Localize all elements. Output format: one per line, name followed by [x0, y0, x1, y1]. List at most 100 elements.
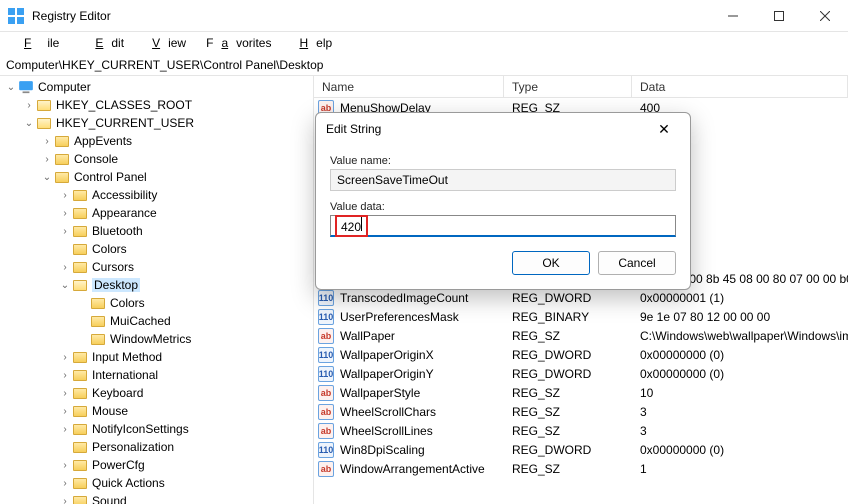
value-type: REG_DWORD: [504, 443, 632, 457]
list-row[interactable]: abWallpaperStyleREG_SZ10: [314, 383, 848, 402]
chevron-right-icon[interactable]: ›: [40, 136, 54, 147]
chevron-right-icon[interactable]: ›: [58, 388, 72, 399]
value-name: UserPreferencesMask: [340, 310, 459, 324]
tree-item-label: Quick Actions: [92, 476, 165, 490]
chevron-down-icon[interactable]: ⌄: [4, 82, 18, 93]
edit-string-dialog: Edit String ✕ Value name: ScreenSaveTime…: [315, 112, 691, 290]
tree-item-hkcu[interactable]: ⌄HKEY_CURRENT_USER: [0, 114, 313, 132]
tree-item-colors[interactable]: Colors: [0, 240, 313, 258]
dialog-close-button[interactable]: ✕: [648, 121, 680, 138]
chevron-right-icon[interactable]: ›: [58, 262, 72, 273]
chevron-right-icon[interactable]: ›: [40, 154, 54, 165]
column-type[interactable]: Type: [504, 76, 632, 97]
tree-item-keyboard[interactable]: › Keyboard: [0, 384, 313, 402]
tree-item-muicached[interactable]: MuiCached: [0, 312, 313, 330]
tree-view[interactable]: ⌄Computer › HKEY_CLASSES_ROOT ⌄HKEY_CURRENT…: [0, 76, 314, 504]
close-button[interactable]: [802, 0, 848, 32]
app-icon: [8, 8, 24, 24]
chevron-right-icon[interactable]: ›: [58, 478, 72, 489]
tree-item-appearance[interactable]: ›Appearance: [0, 204, 313, 222]
value-data-input[interactable]: 420: [330, 215, 676, 237]
value-type: REG_DWORD: [504, 367, 632, 381]
chevron-right-icon[interactable]: ›: [58, 190, 72, 201]
value-type: REG_DWORD: [504, 348, 632, 362]
menu-file[interactable]: File: [8, 34, 75, 52]
tree-item-label: PowerCfg: [92, 458, 145, 472]
chevron-right-icon[interactable]: ›: [58, 424, 72, 435]
string-value-icon: ab: [318, 461, 334, 477]
tree-item-label: HKEY_CLASSES_ROOT: [56, 98, 192, 112]
tree-item-cursors[interactable]: ›Cursors: [0, 258, 313, 276]
folder-icon: [72, 494, 88, 504]
binary-value-icon: 110: [318, 347, 334, 363]
value-data: 10: [632, 386, 848, 400]
tree-item-quickactions[interactable]: › Quick Actions: [0, 474, 313, 492]
value-type: REG_SZ: [504, 329, 632, 343]
folder-open-icon: [36, 116, 52, 130]
tree-item-international[interactable]: ›International: [0, 366, 313, 384]
address-bar[interactable]: Computer\HKEY_CURRENT_USER\Control Panel…: [0, 54, 848, 76]
folder-icon: [90, 314, 106, 328]
chevron-down-icon[interactable]: ⌄: [40, 172, 54, 183]
value-name: WallPaper: [340, 329, 395, 343]
tree-item-inputmethod[interactable]: ›Input Method: [0, 348, 313, 366]
tree-item-label: Control Panel: [74, 170, 147, 184]
minimize-button[interactable]: [710, 0, 756, 32]
value-type: REG_SZ: [504, 424, 632, 438]
column-data[interactable]: Data: [632, 76, 848, 97]
binary-value-icon: 110: [318, 290, 334, 306]
folder-icon: [90, 332, 106, 346]
tree-item-bluetooth[interactable]: ›Bluetooth: [0, 222, 313, 240]
list-row[interactable]: abWallPaperREG_SZC:\Windows\web\wallpape…: [314, 326, 848, 345]
tree-item-console[interactable]: ›Console: [0, 150, 313, 168]
list-row[interactable]: abWheelScrollCharsREG_SZ3: [314, 402, 848, 421]
maximize-button[interactable]: [756, 0, 802, 32]
chevron-right-icon[interactable]: ›: [58, 352, 72, 363]
list-row[interactable]: 110UserPreferencesMaskREG_BINARY9e 1e 07…: [314, 307, 848, 326]
tree-item-windowmetrics[interactable]: WindowMetrics: [0, 330, 313, 348]
tree-item-personalization[interactable]: Personalization: [0, 438, 313, 456]
menu-view[interactable]: View: [136, 34, 194, 52]
tree-item-mouse[interactable]: ›Mouse: [0, 402, 313, 420]
menu-edit[interactable]: Edit: [79, 34, 132, 52]
value-name: WindowArrangementActive: [340, 462, 485, 476]
chevron-right-icon[interactable]: ›: [58, 460, 72, 471]
list-row[interactable]: 110WallpaperOriginYREG_DWORD0x00000000 (…: [314, 364, 848, 383]
folder-icon: [54, 152, 70, 166]
menu-help[interactable]: Help: [283, 34, 340, 52]
chevron-down-icon[interactable]: ⌄: [22, 118, 36, 129]
tree-item-accessibility[interactable]: ›Accessibility: [0, 186, 313, 204]
tree-item-computer[interactable]: ⌄Computer: [0, 78, 313, 96]
menu-favorites[interactable]: Favorites: [198, 34, 279, 52]
tree-item-desktop[interactable]: ⌄Desktop: [0, 276, 313, 294]
folder-open-icon: [36, 98, 52, 112]
chevron-right-icon[interactable]: ›: [58, 496, 72, 504]
value-type: REG_SZ: [504, 386, 632, 400]
chevron-right-icon[interactable]: ›: [58, 226, 72, 237]
tree-item-notifyicon[interactable]: ›NotifyIconSettings: [0, 420, 313, 438]
chevron-right-icon[interactable]: ›: [58, 370, 72, 381]
list-row[interactable]: abWindowArrangementActiveREG_SZ1: [314, 459, 848, 478]
value-data: C:\Windows\web\wallpaper\Windows\im: [632, 329, 848, 343]
tree-item-label: Keyboard: [92, 386, 143, 400]
cancel-button[interactable]: Cancel: [598, 251, 676, 275]
tree-item-controlpanel[interactable]: ⌄ Control Panel: [0, 168, 313, 186]
list-row[interactable]: abWheelScrollLinesREG_SZ3: [314, 421, 848, 440]
value-type: REG_SZ: [504, 462, 632, 476]
list-row[interactable]: 110WallpaperOriginXREG_DWORD0x00000000 (…: [314, 345, 848, 364]
list-row[interactable]: 110Win8DpiScalingREG_DWORD0x00000000 (0): [314, 440, 848, 459]
chevron-right-icon[interactable]: ›: [58, 406, 72, 417]
ok-button[interactable]: OK: [512, 251, 590, 275]
chevron-right-icon[interactable]: ›: [22, 100, 36, 111]
tree-item-sound[interactable]: ›Sound: [0, 492, 313, 504]
string-value-icon: ab: [318, 404, 334, 420]
tree-item-hkcr[interactable]: › HKEY_CLASSES_ROOT: [0, 96, 313, 114]
chevron-right-icon[interactable]: ›: [58, 208, 72, 219]
list-row[interactable]: 110TranscodedImageCountREG_DWORD0x000000…: [314, 288, 848, 307]
tree-item-powercfg[interactable]: › PowerCfg: [0, 456, 313, 474]
tree-item-appevents[interactable]: ›AppEvents: [0, 132, 313, 150]
column-name[interactable]: Name: [314, 76, 504, 97]
value-type: REG_DWORD: [504, 291, 632, 305]
chevron-down-icon[interactable]: ⌄: [58, 280, 72, 291]
tree-item-desktop_colors[interactable]: Colors: [0, 294, 313, 312]
